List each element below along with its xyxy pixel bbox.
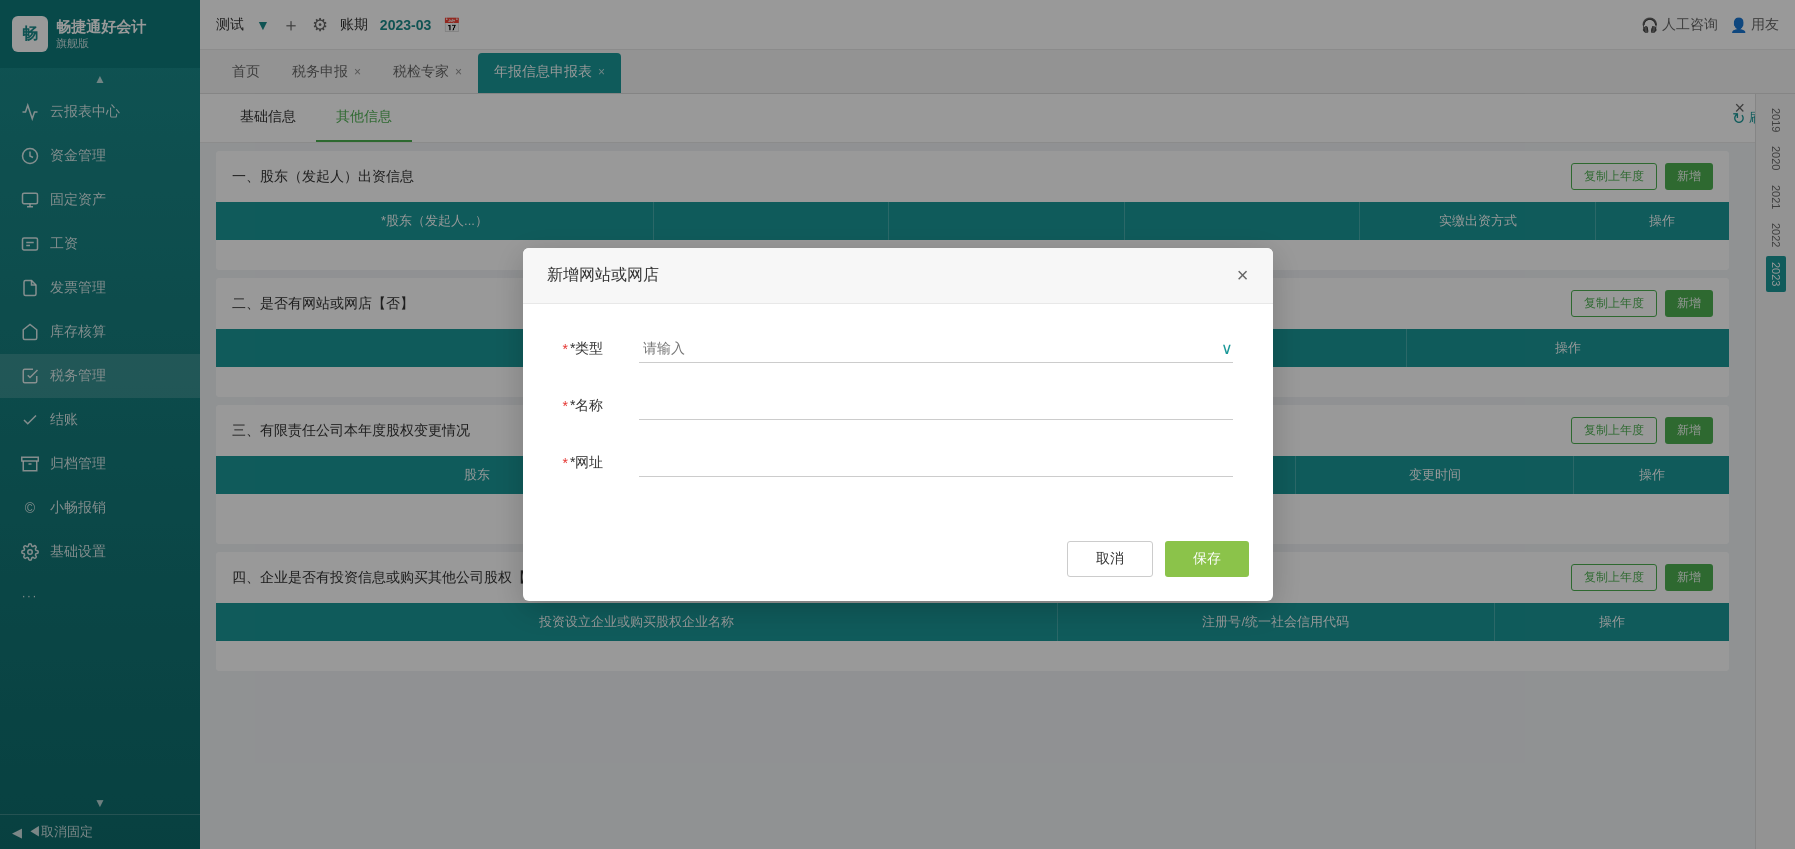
modal-title: 新增网站或网店 (547, 265, 659, 286)
name-input[interactable] (639, 391, 1233, 420)
modal-body: **类型 ∨ **名称 **网址 (523, 304, 1273, 525)
name-label: **名称 (563, 397, 623, 415)
url-label: **网址 (563, 454, 623, 472)
modal-close-button[interactable]: × (1237, 264, 1249, 287)
type-label: **类型 (563, 340, 623, 358)
modal-header: 新增网站或网店 × (523, 248, 1273, 304)
modal-footer: 取消 保存 (523, 525, 1273, 601)
type-input[interactable] (639, 334, 1221, 362)
modal-overlay: 新增网站或网店 × **类型 ∨ **名称 (0, 0, 1795, 849)
type-input-wrapper: ∨ (639, 334, 1233, 363)
form-row-name: **名称 (563, 391, 1233, 420)
form-row-url: **网址 (563, 448, 1233, 477)
type-dropdown-arrow[interactable]: ∨ (1221, 339, 1233, 358)
form-row-type: **类型 ∨ (563, 334, 1233, 363)
cancel-button[interactable]: 取消 (1067, 541, 1153, 577)
url-input[interactable] (639, 448, 1233, 477)
save-button[interactable]: 保存 (1165, 541, 1249, 577)
modal-add-website: 新增网站或网店 × **类型 ∨ **名称 (523, 248, 1273, 601)
